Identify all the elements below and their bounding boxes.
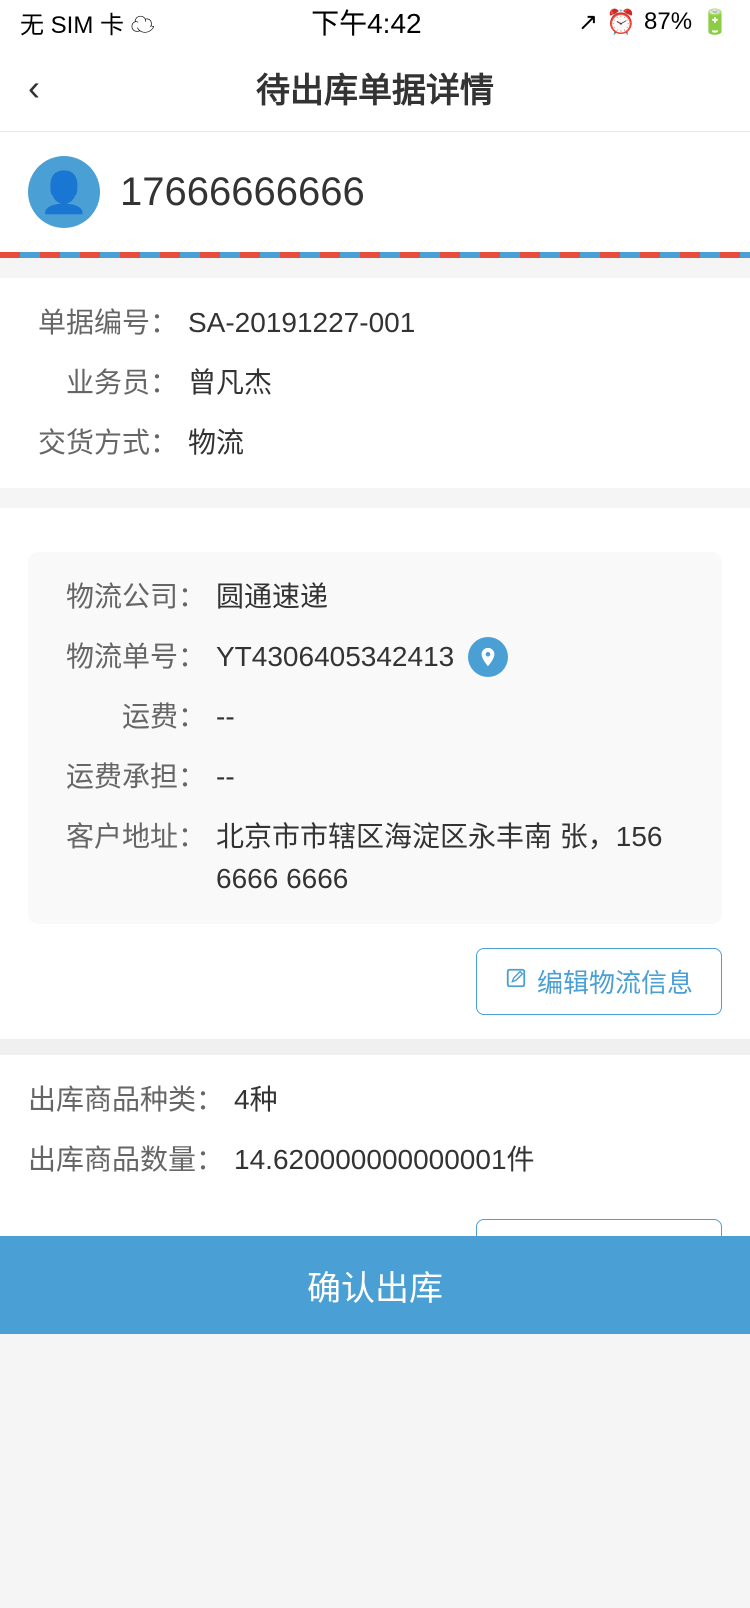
- avatar: 👤: [28, 156, 100, 228]
- edit-btn-row: 编辑物流信息: [28, 948, 722, 1015]
- address-label: 客户地址：: [56, 816, 216, 858]
- salesman-value: 曾凡杰: [188, 362, 722, 404]
- freight-row: 运费： --: [56, 696, 694, 738]
- dashed-divider: [0, 252, 750, 258]
- salesman-row: 业务员： 曾凡杰: [28, 362, 722, 404]
- freight-bearer-row: 运费承担： --: [56, 756, 694, 798]
- logistics-company-label: 物流公司：: [56, 576, 216, 618]
- confirm-button-label: 确认出库: [307, 1261, 443, 1310]
- edit-icon: [505, 967, 527, 996]
- freight-value: --: [216, 696, 694, 738]
- goods-type-row: 出库商品种类： 4种: [28, 1079, 722, 1121]
- battery-level: 87%: [644, 8, 692, 36]
- sim-status: 无 SIM 卡 ☁: [20, 5, 155, 40]
- order-number-label: 单据编号：: [28, 302, 188, 344]
- freight-bearer-value: --: [216, 756, 694, 798]
- map-pin-icon[interactable]: [468, 637, 508, 677]
- freight-bearer-label: 运费承担：: [56, 756, 216, 798]
- logistics-company-value: 圆通速递: [216, 576, 694, 618]
- freight-label: 运费：: [56, 696, 216, 738]
- delivery-label: 交货方式：: [28, 422, 188, 464]
- status-left: 无 SIM 卡 ☁: [20, 5, 155, 40]
- goods-type-value: 4种: [234, 1079, 722, 1121]
- nav-bar: ‹ 待出库单据详情: [0, 44, 750, 132]
- logistics-card: 物流公司： 圆通速递 物流单号： YT43064053424​13: [28, 552, 722, 924]
- alarm-icon: ⏰: [606, 8, 636, 37]
- order-number-row: 单据编号： SA-20191227-001: [28, 302, 722, 344]
- customer-phone: 17666666666: [120, 170, 365, 215]
- battery-icon: 🔋: [700, 8, 730, 37]
- edit-logistics-label: 编辑物流信息: [537, 963, 693, 1000]
- logistics-section: 物流公司： 圆通速递 物流单号： YT43064053424​13: [0, 508, 750, 1039]
- address-row: 客户地址： 北京市市辖区海淀区永丰南 张，156 6666 6666: [56, 816, 694, 900]
- edit-logistics-button[interactable]: 编辑物流信息: [476, 948, 722, 1015]
- basic-info-section: 单据编号： SA-20191227-001 业务员： 曾凡杰 交货方式： 物流: [0, 278, 750, 488]
- person-icon: 👤: [39, 169, 89, 216]
- back-button[interactable]: ‹: [28, 67, 40, 109]
- goods-quantity-row: 出库商品数量： 14.620000000000001件: [28, 1139, 722, 1181]
- customer-header: 👤 17666666666: [0, 132, 750, 252]
- map-pin-svg: [477, 646, 499, 668]
- page-title: 待出库单据详情: [256, 63, 494, 112]
- section-divider: [0, 1039, 750, 1055]
- tracking-number-text: YT43064053424​13: [216, 636, 454, 678]
- status-time: 下午4:42: [311, 2, 422, 42]
- tracking-number-value: YT43064053424​13: [216, 636, 694, 678]
- tracking-number-row: 物流单号： YT43064053424​13: [56, 636, 694, 678]
- confirm-button[interactable]: 确认出库: [0, 1236, 750, 1334]
- delivery-row: 交货方式： 物流: [28, 422, 722, 464]
- delivery-value: 物流: [188, 422, 722, 464]
- goods-type-label: 出库商品种类：: [28, 1079, 234, 1121]
- back-arrow-icon: ‹: [28, 67, 40, 108]
- goods-quantity-value: 14.620000000000001件: [234, 1139, 722, 1181]
- tracking-number-label: 物流单号：: [56, 636, 216, 678]
- status-right: ↗ ⏰ 87% 🔋: [578, 8, 730, 37]
- address-value: 北京市市辖区海淀区永丰南 张，156 6666 6666: [216, 816, 694, 900]
- status-bar: 无 SIM 卡 ☁ 下午4:42 ↗ ⏰ 87% 🔋: [0, 0, 750, 44]
- salesman-label: 业务员：: [28, 362, 188, 404]
- goods-quantity-label: 出库商品数量：: [28, 1139, 234, 1181]
- logistics-company-row: 物流公司： 圆通速递: [56, 576, 694, 618]
- location-indicator: ↗: [578, 8, 598, 37]
- order-number-value: SA-20191227-001: [188, 302, 722, 344]
- empty-space: [0, 1310, 750, 1510]
